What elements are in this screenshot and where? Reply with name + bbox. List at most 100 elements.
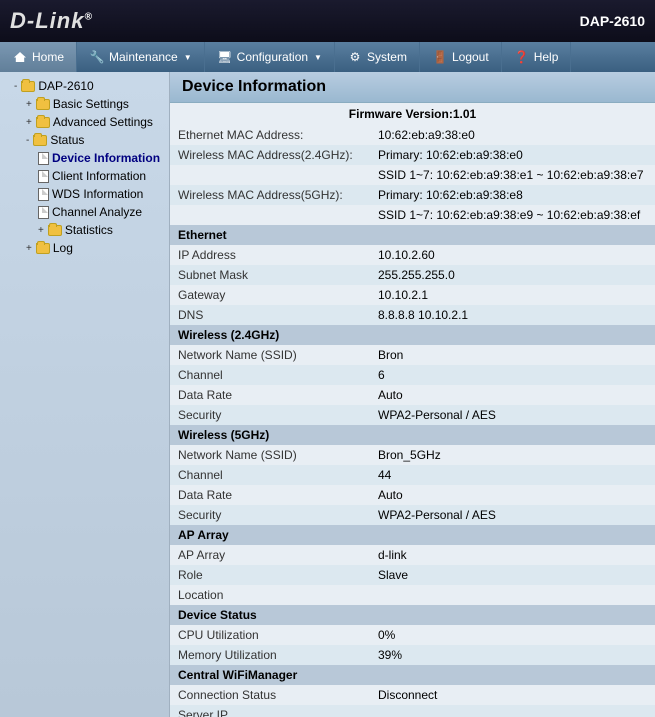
nav-home[interactable]: Home (0, 42, 77, 72)
table-row: SSID 1~7: 10:62:eb:a9:38:e1 ~ 10:62:eb:a… (170, 165, 655, 185)
sidebar-item-dap2610[interactable]: - DAP-2610 (0, 77, 169, 95)
nav-help[interactable]: ❓ Help (502, 42, 572, 72)
table-row: SSID 1~7: 10:62:eb:a9:38:e9 ~ 10:62:eb:a… (170, 205, 655, 225)
table-row: Network Name (SSID)Bron (170, 345, 655, 365)
row-value: Auto (370, 385, 655, 405)
header: D-Link® DAP-2610 (0, 0, 655, 42)
row-value: Primary: 10:62:eb:a9:38:e8 (370, 185, 655, 205)
row-value: Bron (370, 345, 655, 365)
doc-icon (38, 170, 49, 183)
row-label: DNS (170, 305, 370, 325)
row-value: 6 (370, 365, 655, 385)
row-label: Gateway (170, 285, 370, 305)
sidebar-item-channel-analyze[interactable]: Channel Analyze (0, 203, 169, 221)
row-label (170, 165, 370, 185)
sidebar-item-wds-information[interactable]: WDS Information (0, 185, 169, 203)
sidebar-item-device-information[interactable]: Device Information (0, 149, 169, 167)
row-value: d-link (370, 545, 655, 565)
table-row: AP Array (170, 525, 655, 545)
table-row: Gateway10.10.2.1 (170, 285, 655, 305)
nav-configuration[interactable]: 🖥 Configuration ▼ (205, 42, 335, 72)
doc-icon (38, 188, 49, 201)
expand-icon: + (26, 99, 32, 110)
sidebar-item-basic-settings[interactable]: + Basic Settings (0, 95, 169, 113)
content-area: Device Information Firmware Version:1.01… (170, 72, 655, 717)
row-label: Connection Status (170, 685, 370, 705)
sidebar-item-label: Device Information (52, 151, 160, 165)
row-value: SSID 1~7: 10:62:eb:a9:38:e1 ~ 10:62:eb:a… (370, 165, 655, 185)
row-label: Role (170, 565, 370, 585)
row-label: Data Rate (170, 385, 370, 405)
row-value: 0% (370, 625, 655, 645)
row-value: Disconnect (370, 685, 655, 705)
sidebar-item-label: Basic Settings (53, 97, 129, 111)
model-number: DAP-2610 (580, 13, 645, 29)
row-label: CPU Utilization (170, 625, 370, 645)
section-header: Wireless (2.4GHz) (170, 325, 655, 345)
row-label: Wireless MAC Address(2.4GHz): (170, 145, 370, 165)
system-icon: ⚙ (347, 49, 363, 65)
table-row: CPU Utilization0% (170, 625, 655, 645)
nav-logout[interactable]: 🚪 Logout (420, 42, 502, 72)
table-row: SecurityWPA2-Personal / AES (170, 505, 655, 525)
folder-icon (36, 243, 50, 254)
expand-icon: + (38, 225, 44, 236)
device-info-table: Firmware Version:1.01Ethernet MAC Addres… (170, 103, 655, 717)
table-row: Wireless (5GHz) (170, 425, 655, 445)
home-icon (12, 49, 28, 65)
sidebar-item-status[interactable]: - Status (0, 131, 169, 149)
table-row: Wireless MAC Address(5GHz):Primary: 10:6… (170, 185, 655, 205)
nav-system[interactable]: ⚙ System (335, 42, 420, 72)
table-row: Ethernet (170, 225, 655, 245)
table-row: Wireless (2.4GHz) (170, 325, 655, 345)
content-header: Device Information (170, 72, 655, 103)
row-value: 39% (370, 645, 655, 665)
configuration-arrow: ▼ (314, 53, 322, 62)
table-row: Connection StatusDisconnect (170, 685, 655, 705)
row-value: SSID 1~7: 10:62:eb:a9:38:e9 ~ 10:62:eb:a… (370, 205, 655, 225)
maintenance-arrow: ▼ (184, 53, 192, 62)
sidebar-item-label: Advanced Settings (53, 115, 153, 129)
section-header: Wireless (5GHz) (170, 425, 655, 445)
sidebar-item-label: Log (53, 241, 73, 255)
row-value: Auto (370, 485, 655, 505)
table-row: Ethernet MAC Address:10:62:eb:a9:38:e0 (170, 125, 655, 145)
expand-icon: - (14, 81, 17, 92)
table-row: Device Status (170, 605, 655, 625)
row-value: Primary: 10:62:eb:a9:38:e0 (370, 145, 655, 165)
logout-icon: 🚪 (432, 49, 448, 65)
maintenance-icon: 🔧 (89, 49, 105, 65)
row-value: WPA2-Personal / AES (370, 405, 655, 425)
sidebar-item-log[interactable]: + Log (0, 239, 169, 257)
table-row: Channel6 (170, 365, 655, 385)
table-row: DNS8.8.8.8 10.10.2.1 (170, 305, 655, 325)
page-title: Device Information (182, 78, 326, 95)
row-value: Bron_5GHz (370, 445, 655, 465)
sidebar-item-client-information[interactable]: Client Information (0, 167, 169, 185)
folder-icon (36, 117, 50, 128)
sidebar-item-label: Channel Analyze (52, 205, 142, 219)
table-row: Channel44 (170, 465, 655, 485)
table-row: Wireless MAC Address(2.4GHz):Primary: 10… (170, 145, 655, 165)
row-label: Data Rate (170, 485, 370, 505)
row-label: Memory Utilization (170, 645, 370, 665)
row-label: Ethernet MAC Address: (170, 125, 370, 145)
row-value: 44 (370, 465, 655, 485)
table-row: IP Address10.10.2.60 (170, 245, 655, 265)
row-value: 255.255.255.0 (370, 265, 655, 285)
sidebar-item-statistics[interactable]: + Statistics (0, 221, 169, 239)
row-label: AP Array (170, 545, 370, 565)
table-row: Server IP (170, 705, 655, 717)
row-value (370, 705, 655, 717)
sidebar-item-label: Client Information (52, 169, 146, 183)
row-label: Channel (170, 365, 370, 385)
expand-icon: + (26, 117, 32, 128)
sidebar-item-label: DAP-2610 (38, 79, 93, 93)
expand-icon: - (26, 135, 29, 146)
row-value: WPA2-Personal / AES (370, 505, 655, 525)
row-label: Wireless MAC Address(5GHz): (170, 185, 370, 205)
section-header: Ethernet (170, 225, 655, 245)
row-label: Location (170, 585, 370, 605)
sidebar-item-advanced-settings[interactable]: + Advanced Settings (0, 113, 169, 131)
nav-maintenance[interactable]: 🔧 Maintenance ▼ (77, 42, 205, 72)
